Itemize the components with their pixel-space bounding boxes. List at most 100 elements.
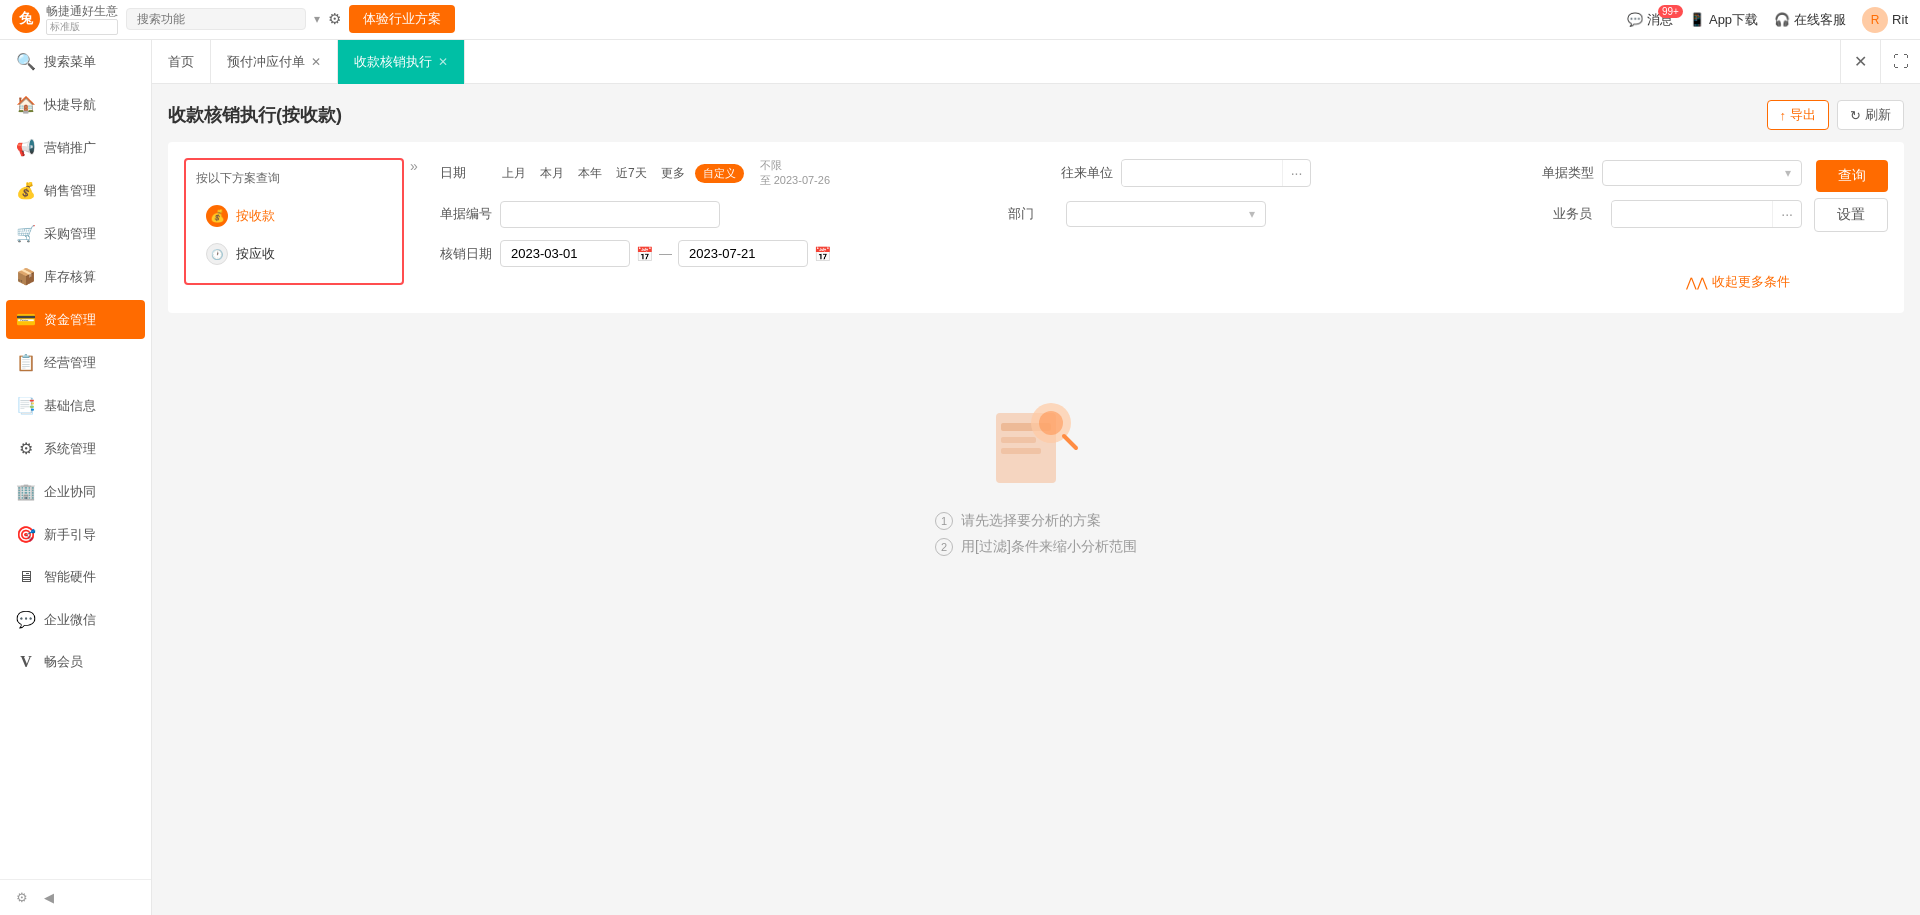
tab-close-btn[interactable]: ✕: [1840, 40, 1880, 84]
sidebar-label-purchase: 采购管理: [44, 225, 96, 243]
app-download-label: App下载: [1709, 11, 1758, 29]
sidebar-item-basic[interactable]: 📑 基础信息: [0, 384, 151, 427]
department-dropdown[interactable]: ▾: [1066, 201, 1266, 227]
department-label: 部门: [1008, 205, 1058, 223]
filter-form-area: 日期 上月 本月 本年 近7天 更多 自定义: [440, 158, 1888, 297]
search-input[interactable]: [126, 8, 306, 30]
filter-panel: 按以下方案查询 💰 按收款 🕐 按应收 »: [168, 142, 1904, 313]
empty-state: 1 请先选择要分析的方案 2 用[过滤]条件来缩小分析范围: [168, 313, 1904, 616]
user-item[interactable]: R Rit: [1862, 7, 1908, 33]
content-area: 首页 预付冲应付单 ✕ 收款核销执行 ✕ ✕ ⛶ 收款核销执行(按收款) ↑: [152, 40, 1920, 915]
sidebar-item-wechat[interactable]: 💬 企业微信: [0, 598, 151, 641]
app-download-item[interactable]: 📱 App下载: [1689, 11, 1758, 29]
sidebar-item-member[interactable]: V 畅会员: [0, 641, 151, 683]
svg-rect-2: [1001, 437, 1036, 443]
sidebar-collapse-icon[interactable]: ◀: [44, 890, 54, 905]
sidebar-item-purchase[interactable]: 🛒 采购管理: [0, 212, 151, 255]
more-conditions: ⋀⋀ 收起更多条件: [440, 267, 1802, 297]
date-to-label: 至 2023-07-26: [760, 173, 830, 188]
settings-button[interactable]: 设置: [1814, 198, 1888, 232]
staff-text-input[interactable]: [1612, 202, 1772, 227]
message-badge: 99+: [1658, 5, 1683, 18]
staff-input[interactable]: ···: [1611, 200, 1802, 228]
tab-receivable-close[interactable]: ✕: [438, 55, 448, 69]
bill-type-dropdown[interactable]: ▾: [1602, 160, 1802, 186]
sidebar-label-finance: 资金管理: [44, 311, 96, 329]
operations-icon: 📋: [16, 353, 36, 372]
tab-expand-btn[interactable]: ⛶: [1880, 40, 1920, 84]
date-chip-last-month[interactable]: 上月: [498, 163, 530, 184]
date-chip-this-month[interactable]: 本月: [536, 163, 568, 184]
sidebar-item-hardware[interactable]: 🖥 智能硬件: [0, 556, 151, 598]
hardware-icon: 🖥: [16, 568, 36, 586]
tab-receivable[interactable]: 收款核销执行 ✕: [338, 40, 465, 84]
verify-date-end-input[interactable]: [678, 240, 808, 267]
online-service-item[interactable]: 🎧 在线客服: [1774, 11, 1846, 29]
calendar-end-icon[interactable]: 📅: [814, 246, 831, 262]
partner-ellipsis-btn[interactable]: ···: [1282, 160, 1311, 186]
export-button[interactable]: ↑ 导出: [1767, 100, 1830, 130]
sidebar-item-quick-nav[interactable]: 🏠 快捷导航: [0, 83, 151, 126]
filter-option-by-receipt[interactable]: 💰 按收款: [196, 197, 392, 235]
sidebar-item-inventory[interactable]: 📦 库存核算: [0, 255, 151, 298]
filter-option-receipt-label: 按收款: [236, 207, 275, 225]
sidebar: 🔍 搜索菜单 🏠 快捷导航 📢 营销推广 💰 销售管理 🛒 采购管理 📦 库存核…: [0, 40, 152, 915]
receivable-icon: 🕐: [206, 243, 228, 265]
purchase-icon: 🛒: [16, 224, 36, 243]
partner-field: 往来单位 ···: [1061, 159, 1312, 187]
refresh-button[interactable]: ↻ 刷新: [1837, 100, 1904, 130]
query-button[interactable]: 查询: [1816, 160, 1888, 192]
sidebar-item-guide[interactable]: 🎯 新手引导: [0, 513, 151, 556]
date-chip-7days[interactable]: 近7天: [612, 163, 651, 184]
filter-option-by-receivable[interactable]: 🕐 按应收: [196, 235, 392, 273]
sidebar-label-operations: 经营管理: [44, 354, 96, 372]
page-title: 收款核销执行(按收款): [168, 103, 342, 127]
dropdown-arrow-icon[interactable]: ▾: [314, 12, 320, 26]
query-row-1: 日期 上月 本月 本年 近7天 更多 自定义: [440, 158, 1802, 188]
query-row-3: 核销日期 📅 — 📅: [440, 240, 1802, 267]
sidebar-item-enterprise[interactable]: 🏢 企业协同: [0, 470, 151, 513]
calendar-start-icon[interactable]: 📅: [636, 246, 653, 262]
inventory-icon: 📦: [16, 267, 36, 286]
tab-receivable-label: 收款核销执行: [354, 53, 432, 71]
sidebar-label-marketing: 营销推广: [44, 139, 96, 157]
refresh-icon: ↻: [1850, 108, 1861, 123]
marketing-icon: 📢: [16, 138, 36, 157]
more-conditions-button[interactable]: ⋀⋀ 收起更多条件: [1674, 267, 1802, 297]
step-num-1: 1: [935, 512, 953, 530]
verify-date-start-input[interactable]: [500, 240, 630, 267]
sales-icon: 💰: [16, 181, 36, 200]
sidebar-item-marketing[interactable]: 📢 营销推广: [0, 126, 151, 169]
sidebar-label-member: 畅会员: [44, 653, 83, 671]
sidebar-item-search-menu[interactable]: 🔍 搜索菜单: [0, 40, 151, 83]
message-item[interactable]: 💬 消息 99+: [1627, 11, 1673, 29]
partner-text-input[interactable]: [1122, 161, 1282, 186]
solution-button[interactable]: 体验行业方案: [349, 5, 455, 33]
filter-collapse-btn[interactable]: »: [404, 158, 424, 174]
sidebar-item-system[interactable]: ⚙ 系统管理: [0, 427, 151, 470]
sidebar-gear-icon[interactable]: ⚙: [16, 890, 28, 905]
settings-icon[interactable]: ⚙: [328, 10, 341, 28]
date-chip-this-year[interactable]: 本年: [574, 163, 606, 184]
sidebar-label-guide: 新手引导: [44, 526, 96, 544]
partner-input[interactable]: ···: [1121, 159, 1312, 187]
date-chip-more[interactable]: 更多: [657, 163, 689, 184]
staff-ellipsis-btn[interactable]: ···: [1772, 201, 1801, 227]
sidebar-item-operations[interactable]: 📋 经营管理: [0, 341, 151, 384]
message-icon: 💬: [1627, 12, 1643, 27]
tab-prepay[interactable]: 预付冲应付单 ✕: [211, 40, 338, 84]
date-chip-custom[interactable]: 自定义: [695, 164, 744, 183]
online-service-label: 在线客服: [1794, 11, 1846, 29]
bill-no-label: 单据编号: [440, 205, 492, 223]
bill-no-input[interactable]: [500, 201, 720, 228]
topbar: 兔 畅捷通好生意 标准版 ▾ ⚙ 体验行业方案 💬 消息 99+ 📱 App下载…: [0, 0, 1920, 40]
bill-type-field: 单据类型 ▾: [1542, 160, 1802, 186]
svg-rect-3: [1001, 448, 1041, 454]
sidebar-item-sales[interactable]: 💰 销售管理: [0, 169, 151, 212]
tab-prepay-close[interactable]: ✕: [311, 55, 321, 69]
sidebar-label-quick-nav: 快捷导航: [44, 96, 96, 114]
page-actions: ↑ 导出 ↻ 刷新: [1767, 100, 1905, 130]
sidebar-item-finance[interactable]: 💳 资金管理: [6, 300, 145, 339]
wechat-icon: 💬: [16, 610, 36, 629]
tab-home[interactable]: 首页: [152, 40, 211, 84]
